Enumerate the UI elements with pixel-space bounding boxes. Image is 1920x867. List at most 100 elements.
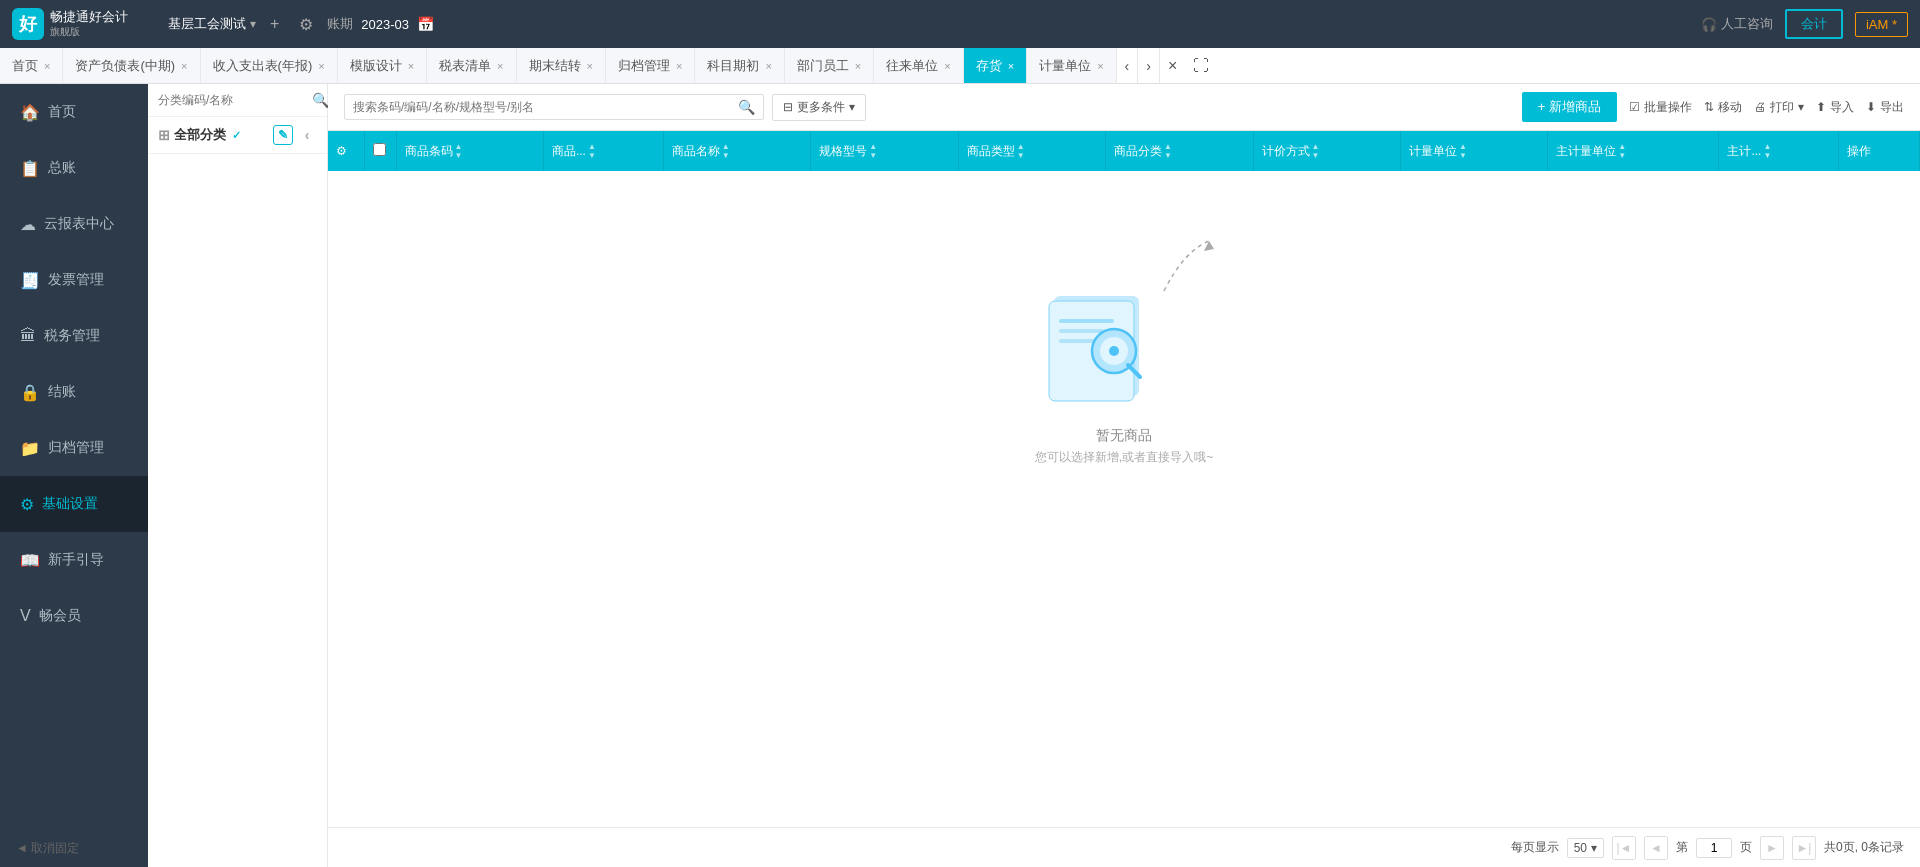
settings-icon[interactable]: ⚙ [293, 13, 319, 36]
page-first-button[interactable]: |◄ [1612, 836, 1636, 860]
select-all-checkbox[interactable] [373, 143, 386, 156]
batch-action-button[interactable]: ☑ 批量操作 [1629, 99, 1692, 116]
sidebar-label: 基础设置 [42, 495, 98, 513]
tab-income-expense[interactable]: 收入支出表(年报) × [201, 48, 338, 84]
tab-close-icon[interactable]: × [1008, 60, 1014, 72]
sidebar-item-ledger[interactable]: 📋 总账 [0, 140, 148, 196]
tab-tax-list[interactable]: 税表清单 × [427, 48, 516, 84]
tab-maximize-button[interactable]: ⛶ [1185, 48, 1217, 84]
print-button[interactable]: 🖨 打印 ▾ [1754, 99, 1804, 116]
filter-button[interactable]: ⊟ 更多条件 ▾ [772, 94, 866, 121]
tab-period-transfer[interactable]: 期末结转 × [517, 48, 606, 84]
tab-archive[interactable]: 归档管理 × [606, 48, 695, 84]
sidebar-item-home[interactable]: 🏠 首页 [0, 84, 148, 140]
sort-arrows[interactable]: ▲▼ [588, 142, 596, 160]
iam-button[interactable]: iAM * [1855, 12, 1908, 37]
col-pricing[interactable]: 计价方式▲▼ [1253, 131, 1400, 171]
move-button[interactable]: ⇅ 移动 [1704, 99, 1742, 116]
page-size-select[interactable]: 50 ▾ [1567, 838, 1604, 858]
tab-prev-button[interactable]: ‹ [1117, 48, 1139, 84]
batch-icon: ☑ [1629, 100, 1640, 114]
period-value: 2023-03 [361, 17, 409, 32]
kuaiji-button[interactable]: 会计 [1785, 9, 1843, 39]
dropdown-icon[interactable]: ▾ [250, 17, 256, 31]
sidebar-item-vip[interactable]: V 畅会员 [0, 588, 148, 644]
add-tab-button[interactable]: + [264, 13, 285, 35]
tab-subject-init[interactable]: 科目期初 × [695, 48, 784, 84]
customer-service-button[interactable]: 🎧 人工咨询 [1701, 15, 1773, 33]
print-icon: 🖨 [1754, 100, 1766, 114]
calendar-icon[interactable]: 📅 [417, 16, 434, 32]
sidebar-item-basic-settings[interactable]: ⚙ 基础设置 [0, 476, 148, 532]
sort-arrows[interactable]: ▲▼ [1017, 142, 1025, 160]
page-prev-button[interactable]: ◄ [1644, 836, 1668, 860]
sidebar-item-tax[interactable]: 🏛 税务管理 [0, 308, 148, 364]
sidebar-item-invoice[interactable]: 🧾 发票管理 [0, 252, 148, 308]
sort-arrows[interactable]: ▲▼ [455, 142, 463, 160]
tab-units[interactable]: 计量单位 × [1027, 48, 1116, 84]
category-edit-icon[interactable]: ✎ [273, 125, 293, 145]
tab-next-button[interactable]: › [1138, 48, 1160, 84]
import-button[interactable]: ⬆ 导入 [1816, 99, 1854, 116]
new-product-button[interactable]: + 新增商品 [1522, 92, 1617, 122]
table-container[interactable]: ⚙ 商品条码▲▼ 商品...▲▼ 商品名称▲▼ [328, 131, 1920, 827]
tab-close-icon[interactable]: × [676, 60, 682, 72]
tab-close-icon[interactable]: × [765, 60, 771, 72]
page-number-input[interactable] [1696, 838, 1732, 858]
page-next-button[interactable]: ► [1760, 836, 1784, 860]
col-code[interactable]: 商品...▲▼ [543, 131, 663, 171]
sort-arrows[interactable]: ▲▼ [1763, 142, 1771, 160]
sort-arrows[interactable]: ▲▼ [869, 142, 877, 160]
tab-close-icon[interactable]: × [944, 60, 950, 72]
header-mid: 基层工会测试 ▾ + ⚙ 账期 2023-03 📅 [168, 13, 1693, 36]
tab-close-icon[interactable]: × [44, 60, 50, 72]
export-button[interactable]: ⬇ 导出 [1866, 99, 1904, 116]
main-search-icon[interactable]: 🔍 [738, 99, 755, 115]
tab-close-icon[interactable]: × [408, 60, 414, 72]
col-main-unit-short[interactable]: 主计...▲▼ [1719, 131, 1839, 171]
sidebar-item-guide[interactable]: 📖 新手引导 [0, 532, 148, 588]
tab-close-icon[interactable]: × [181, 60, 187, 72]
col-barcode[interactable]: 商品条码▲▼ [396, 131, 543, 171]
sort-arrows[interactable]: ▲▼ [1312, 142, 1320, 160]
col-checkbox[interactable] [364, 131, 396, 171]
col-spec[interactable]: 规格型号▲▼ [811, 131, 958, 171]
tab-close-all-button[interactable]: × [1160, 48, 1185, 84]
category-collapse-icon[interactable]: ‹ [297, 125, 317, 145]
main-search-input[interactable] [353, 100, 734, 114]
tab-template[interactable]: 模版设计 × [338, 48, 427, 84]
tab-close-icon[interactable]: × [497, 60, 503, 72]
tab-close-icon[interactable]: × [1097, 60, 1103, 72]
headset-icon: 🎧 [1701, 17, 1717, 32]
empty-state: 暂无商品 您可以选择新增,或者直接导入哦~ [328, 171, 1920, 526]
sidebar-unpin-button[interactable]: ◄ 取消固定 [0, 830, 148, 867]
sort-arrows[interactable]: ▲▼ [722, 142, 730, 160]
col-main-unit[interactable]: 主计量单位▲▼ [1548, 131, 1719, 171]
company-name[interactable]: 基层工会测试 ▾ [168, 15, 256, 33]
sidebar-item-archive[interactable]: 📁 归档管理 [0, 420, 148, 476]
tab-close-icon[interactable]: × [855, 60, 861, 72]
col-settings[interactable]: ⚙ [328, 131, 364, 171]
tab-inventory[interactable]: 存货 × [964, 48, 1027, 84]
tab-contacts[interactable]: 往来单位 × [874, 48, 963, 84]
col-category[interactable]: 商品分类▲▼ [1106, 131, 1253, 171]
tab-close-icon[interactable]: × [318, 60, 324, 72]
sort-arrows[interactable]: ▲▼ [1459, 142, 1467, 160]
tab-close-icon[interactable]: × [587, 60, 593, 72]
top-header: 好 畅捷通好会计 旗舰版 基层工会测试 ▾ + ⚙ 账期 2023-03 📅 🎧… [0, 0, 1920, 48]
col-type[interactable]: 商品类型▲▼ [958, 131, 1105, 171]
col-unit[interactable]: 计量单位▲▼ [1400, 131, 1547, 171]
sidebar-item-settlement[interactable]: 🔒 结账 [0, 364, 148, 420]
category-search-icon[interactable]: 🔍 [312, 92, 329, 108]
tab-asset-balance[interactable]: 资产负债表(中期) × [63, 48, 200, 84]
sort-arrows[interactable]: ▲▼ [1164, 142, 1172, 160]
sidebar-item-cloud-report[interactable]: ☁ 云报表中心 [0, 196, 148, 252]
page-last-button[interactable]: ►| [1792, 836, 1816, 860]
tab-department[interactable]: 部门员工 × [785, 48, 874, 84]
sort-arrows[interactable]: ▲▼ [1618, 142, 1626, 160]
col-name[interactable]: 商品名称▲▼ [663, 131, 810, 171]
tab-home[interactable]: 首页 × [0, 48, 63, 84]
export-icon: ⬇ [1866, 100, 1876, 114]
category-search-input[interactable] [158, 93, 308, 107]
empty-title: 暂无商品 [1096, 427, 1152, 445]
